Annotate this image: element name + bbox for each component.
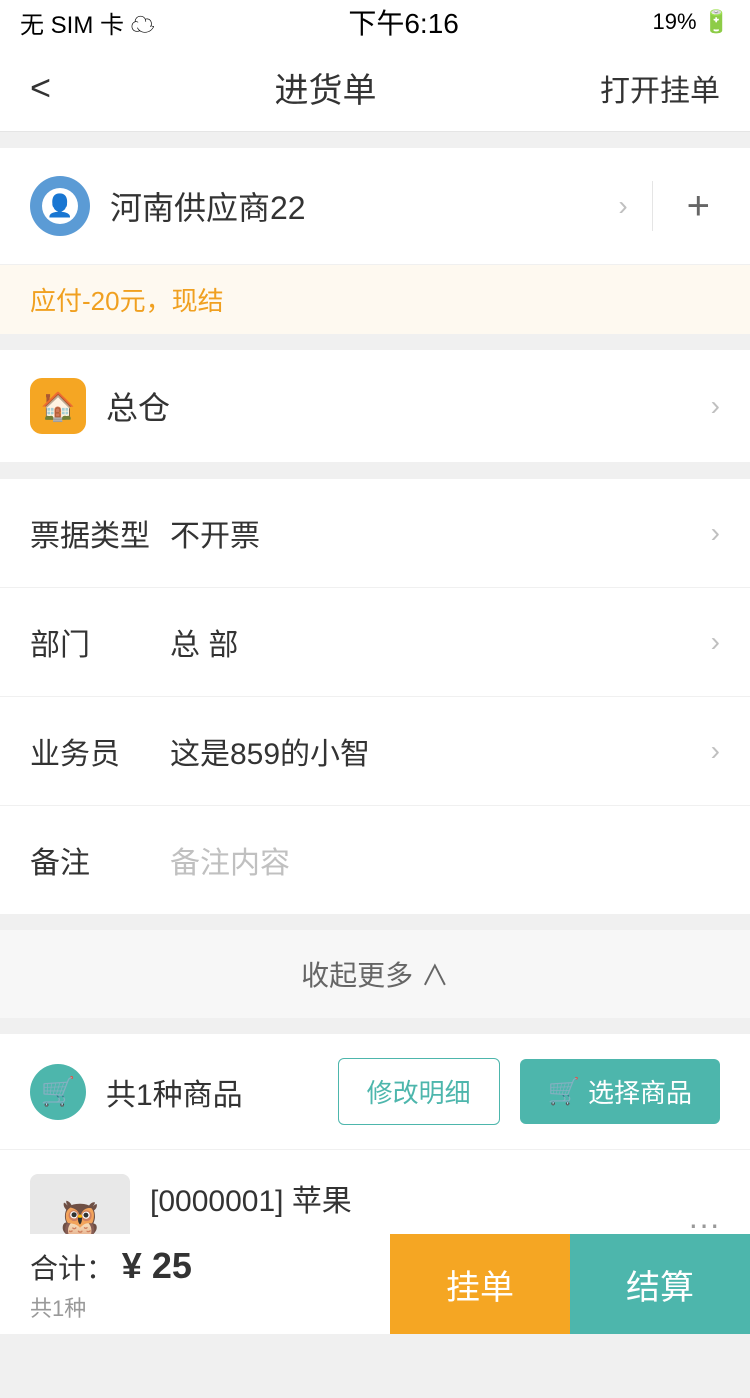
product-count: 共1种商品 [106,1070,318,1114]
page-title: 进货单 [275,63,377,112]
warehouse-row[interactable]: 🏠 总仓 › [0,350,750,462]
remark-label: 备注 [30,838,150,882]
status-left: 无 SIM 卡 ☁ [20,5,155,40]
status-right: 19% 🔋 [653,9,730,35]
supplier-row[interactable]: 👤 河南供应商22 › + [0,148,750,265]
product-code: [0000001] [150,1185,283,1218]
sim-status: 无 SIM 卡 ☁ [20,5,155,40]
select-product-label: 选择商品 [588,1073,692,1110]
supplier-notice: 应付-20元，现结 [0,265,750,334]
status-bar: 无 SIM 卡 ☁ 下午6:16 19% 🔋 [0,0,750,44]
bottom-bar: 合计： ¥ 25 共1种 挂单 结算 [0,1234,750,1334]
remark-row[interactable]: 备注 备注内容 [0,805,750,914]
supplier-name: 河南供应商22 [110,183,618,229]
ticket-type-row[interactable]: 票据类型 不开票 › [0,478,750,587]
total-label: 合计： [30,1253,114,1284]
salesman-row[interactable]: 业务员 这是859的小智 › [0,696,750,805]
product-header: 🛒 共1种商品 修改明细 🛒 选择商品 [0,1034,750,1149]
department-label: 部门 [30,620,150,664]
select-product-button[interactable]: 🛒 选择商品 [520,1059,720,1124]
add-supplier-button[interactable]: + [677,184,720,229]
department-value: 总 部 [150,620,711,664]
salesman-chevron-icon: › [711,735,720,767]
hang-button[interactable]: 挂单 [390,1234,570,1334]
warehouse-section: 🏠 总仓 › [0,350,750,462]
form-section: 票据类型 不开票 › 部门 总 部 › 业务员 这是859的小智 › 备注 备注… [0,478,750,914]
department-row[interactable]: 部门 总 部 › [0,587,750,696]
open-pending-button[interactable]: 打开挂单 [600,66,720,110]
warehouse-icon: 🏠 [30,378,86,434]
warehouse-name: 总仓 [106,383,711,429]
product-name: [0000001] 苹果 [150,1176,668,1220]
department-chevron-icon: › [711,626,720,658]
salesman-label: 业务员 [30,729,150,773]
status-time: 下午6:16 [348,2,459,42]
warehouse-chevron-icon: › [711,390,720,422]
select-product-icon: 🛒 [548,1076,580,1107]
ticket-type-chevron-icon: › [711,517,720,549]
supplier-chevron-icon: › [618,190,627,222]
checkout-button[interactable]: 结算 [570,1234,750,1334]
total-label-row: 合计： ¥ 25 [30,1245,360,1287]
back-button[interactable]: < [30,67,51,109]
ticket-type-label: 票据类型 [30,511,150,555]
avatar-icon: 👤 [42,188,78,224]
collapse-button[interactable]: 收起更多 ∧ [0,930,750,1018]
total-count: 共1种 [30,1291,360,1323]
vertical-divider [652,181,653,231]
product-title: 苹果 [292,1185,352,1218]
supplier-avatar: 👤 [30,176,90,236]
battery-percent: 19% [653,9,697,35]
product-section-icon: 🛒 [30,1064,86,1120]
total-section: 合计： ¥ 25 共1种 [0,1245,390,1323]
salesman-value: 这是859的小智 [150,729,711,773]
battery-icon: 🔋 [703,9,730,35]
remark-input[interactable]: 备注内容 [150,838,720,882]
edit-detail-button[interactable]: 修改明细 [338,1058,500,1125]
supplier-section: 👤 河南供应商22 › + 应付-20元，现结 [0,148,750,334]
nav-bar: < 进货单 打开挂单 [0,44,750,132]
total-amount: ¥ 25 [122,1245,192,1286]
ticket-type-value: 不开票 [150,511,711,555]
